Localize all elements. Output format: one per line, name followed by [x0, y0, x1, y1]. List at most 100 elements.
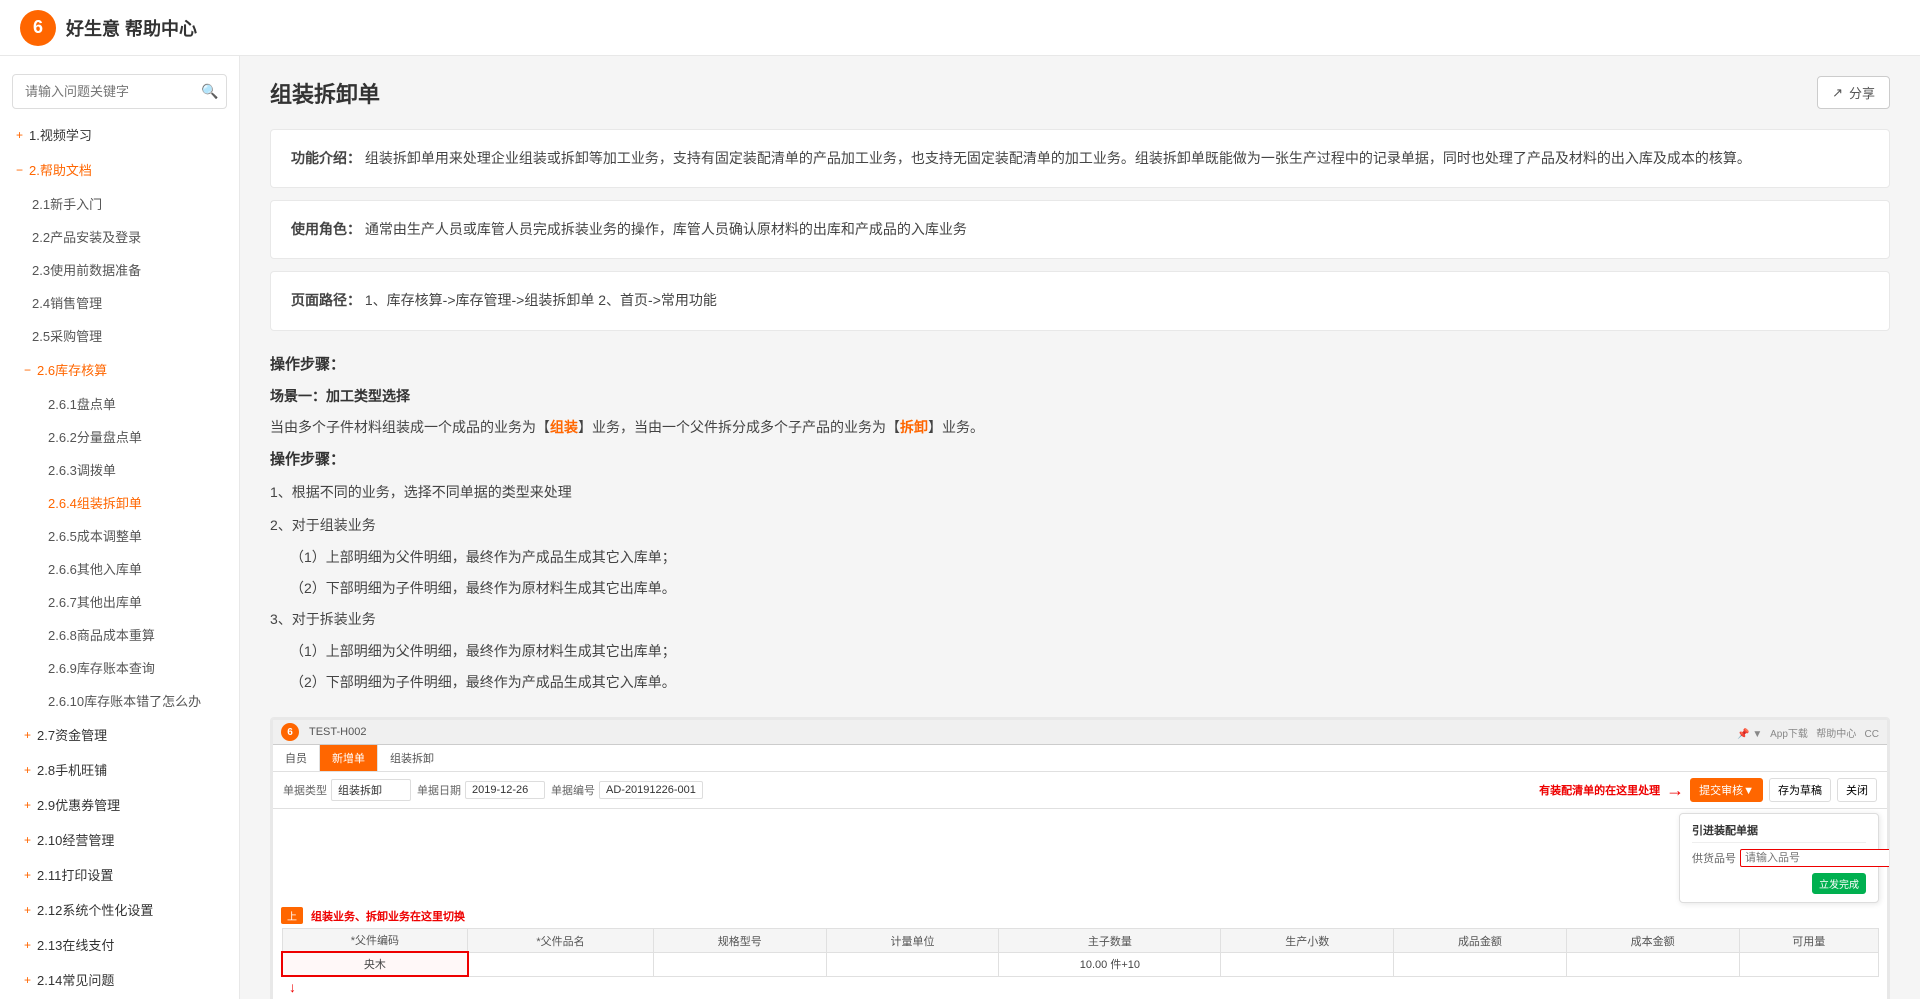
sidebar-child-2-5[interactable]: 2.5采购管理 [0, 319, 239, 352]
btn-submit[interactable]: 提交审核▼ [1690, 778, 1763, 802]
dialog-field-label: 供货品号 [1692, 850, 1736, 866]
collapse-icon-2-6: − [24, 363, 31, 377]
th-spec: 规格型号 [653, 929, 826, 953]
share-label: 分享 [1849, 83, 1875, 102]
expand-icon-2-11: + [24, 868, 31, 882]
sidebar-child-2-8[interactable]: + 2.8手机旺铺 [0, 752, 239, 787]
step1: 1、根据不同的业务，选择不同单据的类型来处理 [270, 479, 1890, 506]
app-screenshot: 6 TEST-H002 📌 ▼ App下载 帮助中心 CC 自员 新增单 组装拆… [271, 718, 1889, 999]
search-input[interactable] [25, 84, 201, 99]
step3-sub1: （1）上部明细为父件明细，最终作为原材料生成其它出库单； [270, 638, 1890, 665]
path-card: 页面路径： 1、库存核算->库存管理->组装拆卸单 2、首页->常用功能 [270, 271, 1890, 330]
sidebar-search-box[interactable]: 🔍 [12, 74, 227, 109]
logo-icon: 6 [20, 10, 56, 46]
sidebar-sub-2-6-8[interactable]: 2.6.8商品成本重算 [16, 618, 239, 651]
logo-text: 好生意 帮助中心 [66, 15, 197, 41]
sidebar-child-2-14[interactable]: + 2.14常见问题 [0, 962, 239, 997]
step2-sub2: （2）下部明细为子件明细，最终作为原材料生成其它出库单。 [270, 575, 1890, 602]
field-date-value[interactable]: 2019-12-26 [465, 781, 545, 799]
th-name: *父件品名 [468, 929, 654, 953]
step3: 3、对于拆装业务 [270, 606, 1890, 633]
scenario1-desc: 当由多个子件材料组装成一个成品的业务为【组装】业务，当由一个父件拆分成多个子产品… [270, 414, 1890, 441]
field-type-value[interactable]: 组装拆卸 [331, 779, 411, 801]
th-unit: 计量单位 [826, 929, 999, 953]
sidebar-sub-2-6-10[interactable]: 2.6.10库存账本错了怎么办 [16, 684, 239, 717]
field-date: 单据日期 2019-12-26 [417, 781, 545, 799]
sidebar-child-2-7[interactable]: + 2.7资金管理 [0, 717, 239, 752]
share-button[interactable]: ↗ 分享 [1817, 76, 1890, 109]
btn-cancel[interactable]: 关闭 [1837, 778, 1877, 802]
sidebar-child-2-4[interactable]: 2.4销售管理 [0, 286, 239, 319]
dialog-ok-btn[interactable]: 立发完成 [1812, 873, 1866, 894]
share-icon: ↗ [1832, 85, 1843, 101]
scenario1-title: 场景一：加工类型选择 [270, 386, 1890, 406]
field-code: 单据编号 AD-20191226-001 [551, 781, 703, 799]
field-date-label: 单据日期 [417, 782, 461, 798]
sidebar: 🔍 + 1.视频学习 − 2.帮助文档 2.1新手入门 2.2产品安装及登录 2… [0, 56, 240, 999]
sidebar-child-2-7-label: 2.7资金管理 [37, 725, 107, 744]
sidebar-child-2-10[interactable]: + 2.10经营管理 [0, 822, 239, 857]
steps-section: 操作步骤： 场景一：加工类型选择 当由多个子件材料组装成一个成品的业务为【组装】… [270, 343, 1890, 706]
scenario1-desc-part3: 】业务。 [928, 419, 984, 435]
section-label-text: 组装业务、拆卸业务在这里切换 [311, 908, 465, 924]
sidebar-child-2-6-label: 2.6库存核算 [37, 360, 107, 379]
menu-item-home[interactable]: 自员 [273, 745, 320, 771]
sidebar-child-2-11[interactable]: + 2.11打印设置 [0, 857, 239, 892]
arrow-down-annotation: ↓ [281, 977, 1879, 997]
td-qty-sub-1 [1221, 952, 1394, 976]
dialog-field-input[interactable] [1740, 849, 1890, 867]
sidebar-child-2-13[interactable]: + 2.13在线支付 [0, 927, 239, 962]
td-available-1 [1739, 952, 1878, 976]
sidebar-child-2-6[interactable]: − 2.6库存核算 [0, 352, 239, 387]
sidebar-child-2-14-label: 2.14常见问题 [37, 970, 114, 989]
th-qty-sub: 生产小数 [1221, 929, 1394, 953]
app-id: TEST-H002 [309, 726, 366, 738]
expand-icon-2-13: + [24, 938, 31, 952]
expand-icon-2-8: + [24, 763, 31, 777]
sub-steps-title: 操作步骤： [270, 448, 1890, 469]
section-toggle-btn[interactable]: 上 [281, 907, 303, 924]
main-layout: 🔍 + 1.视频学习 − 2.帮助文档 2.1新手入门 2.2产品安装及登录 2… [0, 56, 1920, 999]
path-label: 页面路径： [291, 292, 361, 308]
sidebar-child-2-3[interactable]: 2.3使用前数据准备 [0, 253, 239, 286]
sidebar-child-2-12[interactable]: + 2.12系统个性化设置 [0, 892, 239, 927]
menu-item-assemble[interactable]: 组装拆卸 [378, 745, 446, 771]
scenario1-desc-part1: 当由多个子件材料组装成一个成品的业务为【 [270, 419, 550, 435]
field-code-value[interactable]: AD-20191226-001 [599, 781, 703, 799]
field-type: 单据类型 组装拆卸 [283, 779, 411, 801]
app-logo-area: 6 [281, 723, 299, 741]
sidebar-sub-2-6-3[interactable]: 2.6.3调拨单 [16, 453, 239, 486]
sidebar-child-2-8-label: 2.8手机旺铺 [37, 760, 107, 779]
td-unit-1 [826, 952, 999, 976]
sidebar-sub-2-6-7[interactable]: 2.6.7其他出库单 [16, 585, 239, 618]
screenshot-container: 6 TEST-H002 📌 ▼ App下载 帮助中心 CC 自员 新增单 组装拆… [270, 717, 1890, 999]
field-type-label: 单据类型 [283, 782, 327, 798]
sidebar-child-2-9[interactable]: + 2.9优惠券管理 [0, 787, 239, 822]
sidebar-child-2-1[interactable]: 2.1新手入门 [0, 187, 239, 220]
td-spec-1 [653, 952, 826, 976]
page-title: 组装拆卸单 [270, 77, 380, 109]
expand-icon-2-10: + [24, 833, 31, 847]
app-menu-bar: 自员 新增单 组装拆卸 [273, 745, 1887, 772]
btn-save[interactable]: 存为草稿 [1769, 778, 1831, 802]
steps-title: 操作步骤： [270, 353, 1890, 374]
sidebar-item-video[interactable]: + 1.视频学习 [0, 117, 239, 152]
step3-sub2: （2）下部明细为子件明细，最终作为产成品生成其它入库单。 [270, 669, 1890, 696]
sidebar-sub-2-6-5[interactable]: 2.6.5成本调整单 [16, 519, 239, 552]
sidebar-sub-2-6-9[interactable]: 2.6.9库存账本查询 [16, 651, 239, 684]
menu-item-new[interactable]: 新增单 [320, 745, 378, 771]
sidebar-sub-2-6-6[interactable]: 2.6.6其他入库单 [16, 552, 239, 585]
expand-icon-2-7: + [24, 728, 31, 742]
field-code-label: 单据编号 [551, 782, 595, 798]
sidebar-child-2-2[interactable]: 2.2产品安装及登录 [0, 220, 239, 253]
app-top-icons: 📌 ▼ App下载 帮助中心 CC [1737, 725, 1879, 740]
expand-icon-2-14: + [24, 973, 31, 987]
sidebar-item-help-label: 2.帮助文档 [29, 160, 92, 179]
sidebar-sub-2-6-4[interactable]: 2.6.4组装拆卸单 [16, 486, 239, 519]
app-logo-small: 6 [281, 723, 299, 741]
sidebar-sub-2-6-2[interactable]: 2.6.2分量盘点单 [16, 420, 239, 453]
sidebar-item-help[interactable]: − 2.帮助文档 [0, 152, 239, 187]
td-name-1 [468, 952, 654, 976]
expand-icon-2-12: + [24, 903, 31, 917]
sidebar-sub-2-6-1[interactable]: 2.6.1盘点单 [16, 387, 239, 420]
